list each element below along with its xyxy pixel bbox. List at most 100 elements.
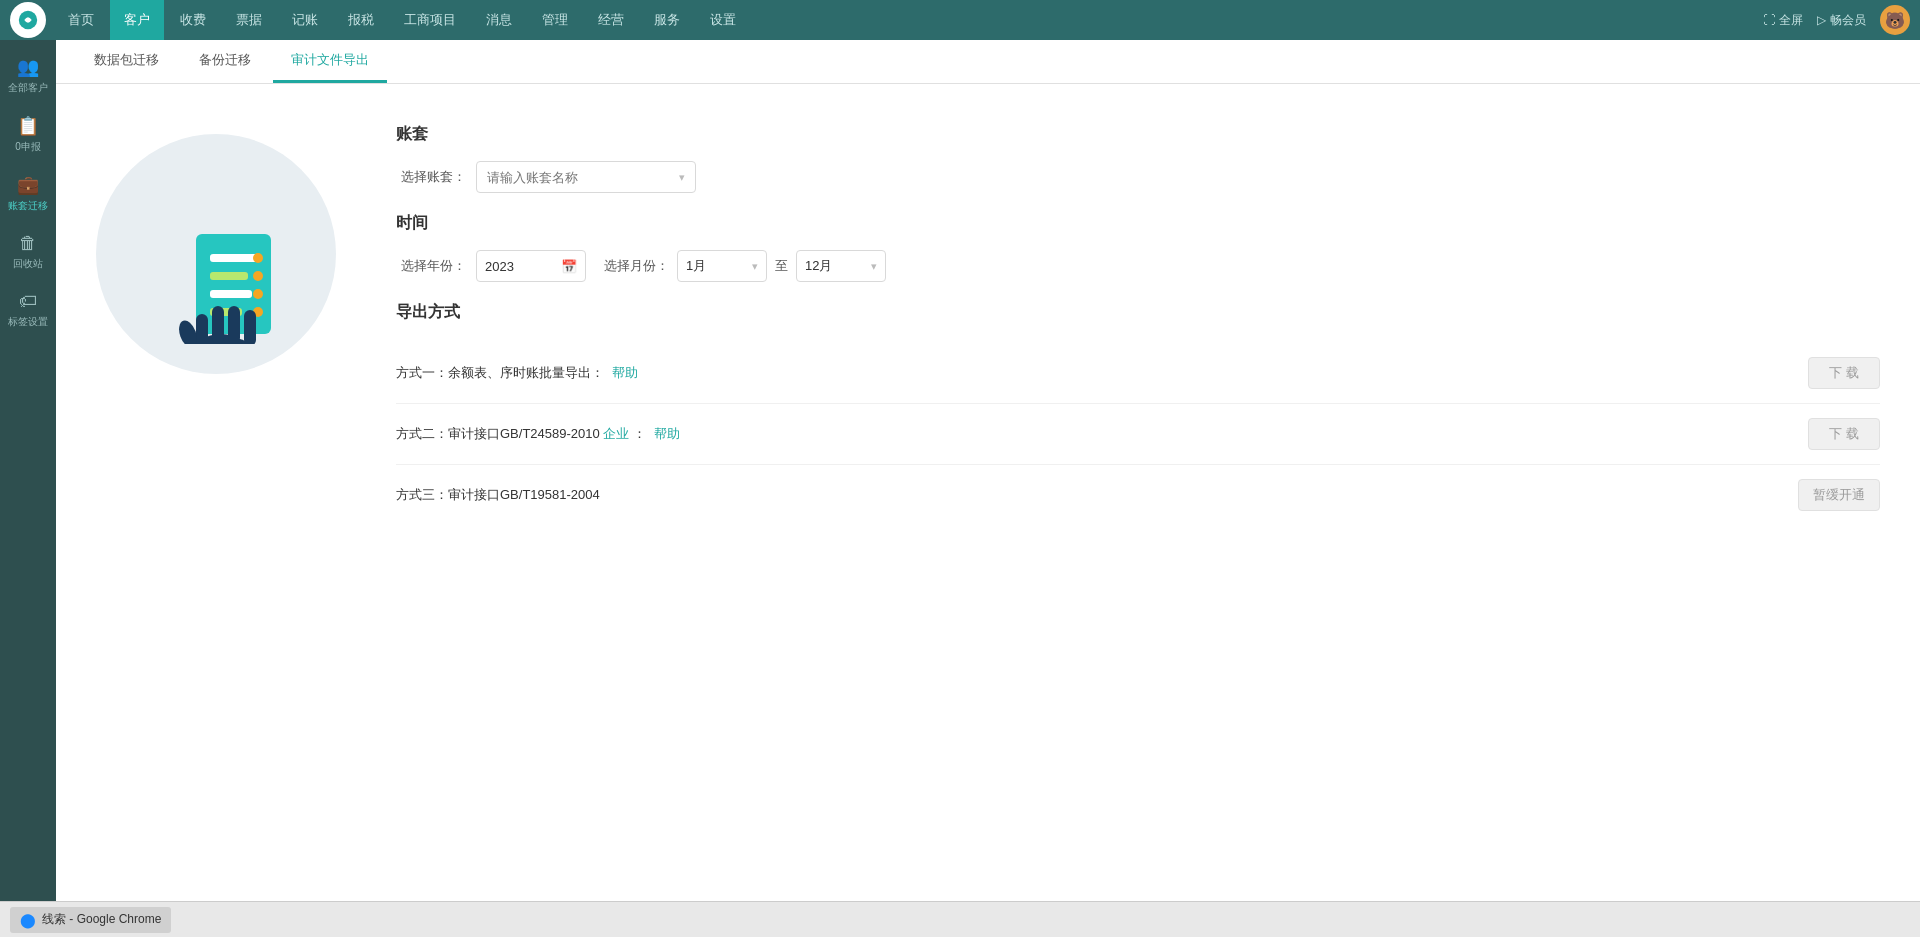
nav-home[interactable]: 首页 <box>54 0 108 40</box>
svg-rect-2 <box>210 254 258 262</box>
nav-manage[interactable]: 管理 <box>528 0 582 40</box>
tab-backup-migration[interactable]: 备份迁移 <box>181 40 269 83</box>
year-value: 2023 <box>485 259 514 274</box>
tab-data-migration[interactable]: 数据包迁移 <box>76 40 177 83</box>
month-end-value: 12月 <box>805 257 832 275</box>
sidebar-item-label-all-clients: 全部客户 <box>8 81 48 95</box>
illustration-area <box>96 114 336 871</box>
taskbar-chrome-item[interactable]: ⬤ 线索 - Google Chrome <box>10 907 171 933</box>
month-end-input[interactable]: 12月 ▾ <box>796 250 886 282</box>
sidebar-item-label-tags: 标签设置 <box>8 315 48 329</box>
nav-right: ⛶ 全屏 ▷ 畅会员 🐻 <box>1763 5 1910 35</box>
nav-message[interactable]: 消息 <box>472 0 526 40</box>
main-layout: 👥 全部客户 📋 0申报 💼 账套迁移 🗑 回收站 🏷 标签设置 数据包迁移 备… <box>0 40 1920 901</box>
time-inputs: 2023 📅 选择月份： 1月 ▾ 至 12月 ▾ <box>476 250 886 282</box>
nav-tax[interactable]: 报税 <box>334 0 388 40</box>
svg-point-8 <box>253 289 263 299</box>
year-label: 选择年份： <box>396 257 466 275</box>
method-1-help-link[interactable]: 帮助 <box>612 365 638 380</box>
sidebar-item-label-migration: 账套迁移 <box>8 199 48 213</box>
export-method-3: 方式三：审计接口GB/T19581-2004 暂缓开通 <box>396 465 1880 525</box>
form-area: 账套 选择账套： ▾ 时间 选择年份： 2023 📅 <box>396 114 1880 871</box>
method-1-download-button[interactable]: 下 载 <box>1808 357 1880 389</box>
sidebar-item-recycle[interactable]: 🗑 回收站 <box>0 225 56 279</box>
method-3-label: 方式三：审计接口GB/T19581-2004 <box>396 486 600 504</box>
app-logo[interactable] <box>10 2 46 38</box>
sub-tabs: 数据包迁移 备份迁移 审计文件导出 <box>56 40 1920 84</box>
sidebar-item-all-clients[interactable]: 👥 全部客户 <box>0 48 56 103</box>
month-start-dropdown-icon: ▾ <box>752 260 758 273</box>
method-2-company-link[interactable]: 企业 <box>603 426 629 441</box>
svg-rect-14 <box>228 306 240 344</box>
tab-audit-export[interactable]: 审计文件导出 <box>273 40 387 83</box>
method-2-download-button[interactable]: 下 载 <box>1808 418 1880 450</box>
method-3-text: 方式三：审计接口GB/T19581-2004 <box>396 487 600 502</box>
nav-items: 首页 客户 收费 票据 记账 报税 工商项目 消息 管理 经营 服务 设置 <box>54 0 1763 40</box>
month-end-dropdown-icon: ▾ <box>871 260 877 273</box>
tag-icon: 🏷 <box>19 291 37 312</box>
nav-settings[interactable]: 设置 <box>696 0 750 40</box>
method-2-text: 方式二：审计接口GB/T24589-2010 <box>396 426 600 441</box>
illustration-circle <box>96 134 336 374</box>
fullscreen-label: 全屏 <box>1779 12 1803 29</box>
svg-rect-3 <box>210 272 248 280</box>
nav-bookkeeping[interactable]: 记账 <box>278 0 332 40</box>
year-input[interactable]: 2023 📅 <box>476 250 586 282</box>
nav-business[interactable]: 工商项目 <box>390 0 470 40</box>
method-1-label: 方式一：余额表、序时账批量导出： 帮助 <box>396 364 638 382</box>
account-set-label: 选择账套： <box>396 168 466 186</box>
svg-point-6 <box>253 253 263 263</box>
sidebar-item-label-recycle: 回收站 <box>13 257 43 271</box>
calendar-icon: 📅 <box>561 259 577 274</box>
chrome-icon: ⬤ <box>20 912 36 928</box>
time-title: 时间 <box>396 213 1880 234</box>
account-set-dropdown-icon: ▾ <box>679 171 685 184</box>
export-method-2: 方式二：审计接口GB/T24589-2010 企业 ： 帮助 下 载 <box>396 404 1880 465</box>
account-set-row: 选择账套： ▾ <box>396 161 1880 193</box>
nav-invoice[interactable]: 票据 <box>222 0 276 40</box>
account-migration-icon: 💼 <box>17 174 39 196</box>
export-method-1: 方式一：余额表、序时账批量导出： 帮助 下 载 <box>396 343 1880 404</box>
nav-client[interactable]: 客户 <box>110 0 164 40</box>
svg-rect-4 <box>210 290 252 298</box>
all-clients-icon: 👥 <box>17 56 39 78</box>
fullscreen-button[interactable]: ⛶ 全屏 <box>1763 12 1803 29</box>
to-text: 至 <box>775 257 788 275</box>
account-set-title: 账套 <box>396 124 1880 145</box>
zero-decl-icon: 📋 <box>17 115 39 137</box>
taskbar: ⬤ 线索 - Google Chrome <box>0 901 1920 937</box>
svg-rect-12 <box>196 314 208 344</box>
sidebar-item-zero-declaration[interactable]: 📋 0申报 <box>0 107 56 162</box>
method-2-help-link[interactable]: 帮助 <box>654 426 680 441</box>
nav-operation[interactable]: 经营 <box>584 0 638 40</box>
export-methods: 方式一：余额表、序时账批量导出： 帮助 下 载 方式二：审计接口GB/T2458… <box>396 343 1880 525</box>
month-start-value: 1月 <box>686 257 706 275</box>
left-sidebar: 👥 全部客户 📋 0申报 💼 账套迁移 🗑 回收站 🏷 标签设置 <box>0 40 56 901</box>
svg-rect-15 <box>244 310 256 344</box>
method-3-open-button[interactable]: 暂缓开通 <box>1798 479 1880 511</box>
sidebar-item-account-migration[interactable]: 💼 账套迁移 <box>0 166 56 221</box>
nav-charge[interactable]: 收费 <box>166 0 220 40</box>
account-set-text-input[interactable] <box>487 170 673 185</box>
account-set-input[interactable]: ▾ <box>476 161 696 193</box>
recycle-icon: 🗑 <box>19 233 37 254</box>
svg-point-7 <box>253 271 263 281</box>
audit-illustration <box>136 164 296 344</box>
month-start-input[interactable]: 1月 ▾ <box>677 250 767 282</box>
top-navigation: 首页 客户 收费 票据 记账 报税 工商项目 消息 管理 经营 服务 设置 ⛶ … <box>0 0 1920 40</box>
member-icon: ▷ <box>1817 13 1826 27</box>
fullscreen-icon: ⛶ <box>1763 13 1775 27</box>
export-section-title: 导出方式 <box>396 302 1880 323</box>
nav-service[interactable]: 服务 <box>640 0 694 40</box>
page-body: 账套 选择账套： ▾ 时间 选择年份： 2023 📅 <box>56 84 1920 901</box>
sidebar-item-label-zero-decl: 0申报 <box>15 140 41 154</box>
user-avatar[interactable]: 🐻 <box>1880 5 1910 35</box>
taskbar-item-label: 线索 - Google Chrome <box>42 911 161 928</box>
method-2-label: 方式二：审计接口GB/T24589-2010 企业 ： 帮助 <box>396 425 680 443</box>
sidebar-item-tag-settings[interactable]: 🏷 标签设置 <box>0 283 56 337</box>
content-area: 数据包迁移 备份迁移 审计文件导出 <box>56 40 1920 901</box>
member-label: 畅会员 <box>1830 12 1866 29</box>
svg-rect-13 <box>212 306 224 344</box>
method-1-text: 方式一：余额表、序时账批量导出： <box>396 365 604 380</box>
member-button[interactable]: ▷ 畅会员 <box>1817 12 1866 29</box>
